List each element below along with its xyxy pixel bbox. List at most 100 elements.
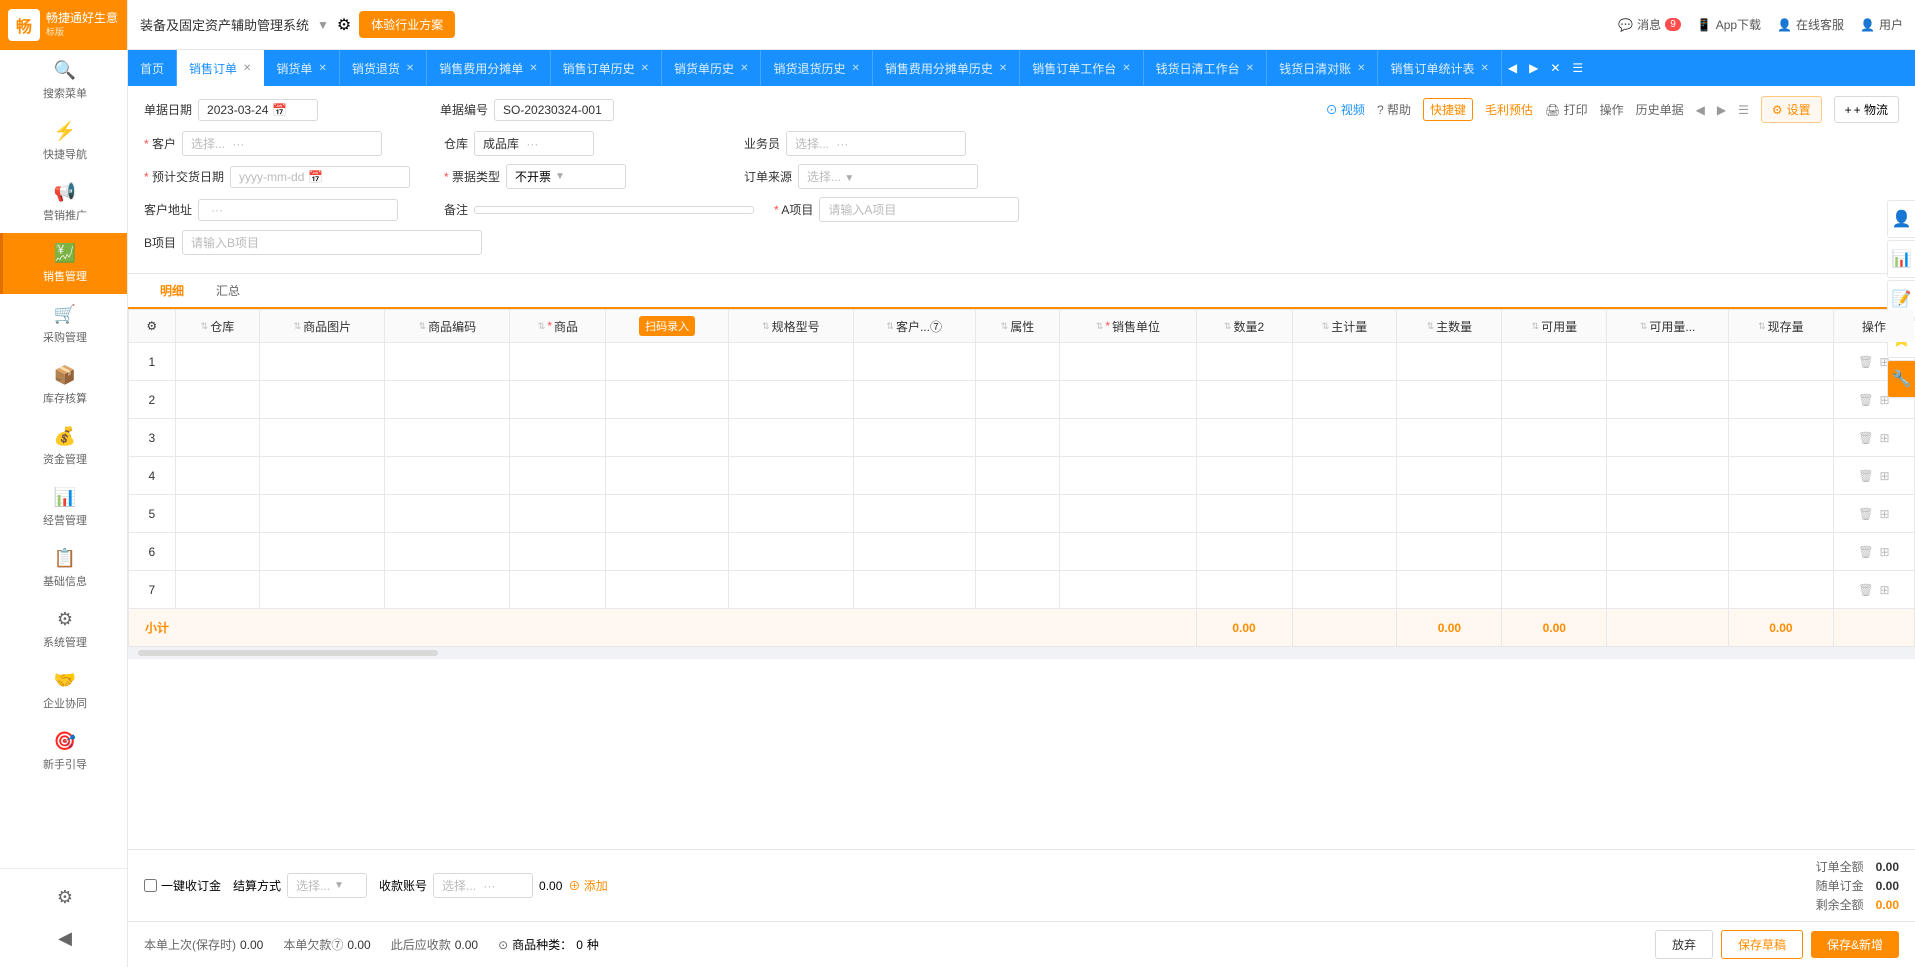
sidebar-item-system[interactable]: ⚙ 系统管理	[0, 599, 127, 660]
tab-sales-history[interactable]: 销售订单历史 ✕	[551, 50, 662, 86]
tab-invoice-history-close[interactable]: ✕	[740, 63, 748, 74]
invoice-select[interactable]: 不开票 ▼	[506, 164, 626, 189]
row-1-main-unit[interactable]	[1292, 343, 1397, 381]
tabs-prev[interactable]: ◀	[1502, 61, 1523, 75]
b-project-input[interactable]: 请输入B项目	[182, 230, 482, 255]
product-count-icon[interactable]: ⊙	[498, 938, 508, 952]
copy-icon[interactable]: ⊞	[1880, 469, 1890, 483]
panel-btn-2[interactable]: 📊	[1887, 240, 1915, 278]
copy-icon[interactable]: ⊞	[1880, 431, 1890, 445]
row-1-unit[interactable]	[1060, 343, 1196, 381]
row-1-warehouse[interactable]	[175, 343, 260, 381]
col-available-detail[interactable]: ⇅ 可用量...	[1607, 310, 1729, 343]
row-1-attr[interactable]	[975, 343, 1060, 381]
sidebar-item-collab[interactable]: 🤝 企业协同	[0, 660, 127, 721]
discard-button[interactable]: 放弃	[1655, 930, 1713, 959]
next-record-icon[interactable]: ▶	[1717, 103, 1726, 117]
tab-sales-fee-close[interactable]: ✕	[529, 63, 537, 74]
delete-icon[interactable]: 🗑	[1858, 431, 1873, 445]
a-project-input[interactable]: 请输入A项目	[819, 197, 1019, 222]
tab-sales-invoice-close[interactable]: ✕	[318, 63, 326, 74]
view-btn[interactable]: ⊙ 视频	[1326, 101, 1365, 118]
trial-button[interactable]: 体验行业方案	[359, 11, 455, 38]
row-1-product[interactable]	[510, 343, 606, 381]
tab-detail[interactable]: 明细	[144, 274, 200, 309]
delete-icon[interactable]: 🗑	[1858, 507, 1873, 521]
col-spec[interactable]: ⇅ 规格型号	[728, 310, 853, 343]
sidebar-item-basic-info[interactable]: 📋 基础信息	[0, 538, 127, 599]
row-1-qty2[interactable]	[1196, 343, 1292, 381]
shortcut-btn[interactable]: 快捷键	[1423, 98, 1473, 121]
col-stock[interactable]: ⇅ 现存量	[1728, 310, 1833, 343]
print-btn[interactable]: 🖨 打印	[1545, 101, 1588, 118]
tab-sales-fee[interactable]: 销售费用分摊单 ✕	[427, 50, 550, 86]
tab-daily-workbench[interactable]: 钱货日清工作台 ✕	[1144, 50, 1267, 86]
user-area[interactable]: 👤 用户	[1860, 16, 1903, 33]
tab-daily-reconcile-close[interactable]: ✕	[1357, 63, 1365, 74]
panel-btn-5[interactable]: 🔧	[1887, 360, 1915, 398]
sidebar-item-search[interactable]: 🔍 搜索菜单	[0, 50, 127, 111]
row-1-customer[interactable]	[853, 343, 975, 381]
save-new-button[interactable]: 保存&新增	[1811, 931, 1899, 958]
row-1-available-detail[interactable]	[1607, 343, 1729, 381]
online-service-area[interactable]: 👤 在线客服	[1777, 16, 1844, 33]
settings-button[interactable]: ⚙ 设置	[1761, 96, 1822, 123]
col-warehouse[interactable]: ⇅ 仓库	[175, 310, 260, 343]
tab-return-history-close[interactable]: ✕	[851, 63, 859, 74]
salesperson-input[interactable]: 选择... ···	[786, 131, 966, 156]
tab-summary[interactable]: 汇总	[200, 274, 256, 309]
tab-fee-history[interactable]: 销售费用分摊单历史 ✕	[873, 50, 1020, 86]
scan-button[interactable]: 扫码录入	[639, 316, 695, 336]
copy-icon[interactable]: ⊞	[1880, 583, 1890, 597]
prev-record-icon[interactable]: ◀	[1696, 103, 1705, 117]
sidebar-item-operations[interactable]: 📊 经营管理	[0, 477, 127, 538]
row-1-scan[interactable]	[606, 343, 728, 381]
panel-btn-1[interactable]: 👤	[1887, 200, 1915, 238]
tab-sales-return[interactable]: 销货退货 ✕	[340, 50, 427, 86]
sidebar-item-sales[interactable]: 💹 销售管理	[0, 233, 127, 294]
save-draft-button[interactable]: 保存草稿	[1721, 930, 1803, 959]
list-view-icon[interactable]: ☰	[1738, 103, 1749, 117]
tab-return-history[interactable]: 销货退货历史 ✕	[761, 50, 872, 86]
sidebar-item-quicknav[interactable]: ⚡ 快捷导航	[0, 111, 127, 172]
tabs-next[interactable]: ▶	[1523, 61, 1544, 75]
history-btn[interactable]: 历史单据	[1636, 101, 1684, 118]
col-product-code[interactable]: ⇅ 商品编码	[385, 310, 510, 343]
row-1-code[interactable]	[385, 343, 510, 381]
system-dropdown-icon[interactable]: ▼	[317, 18, 329, 32]
add-item-button[interactable]: + + 物流	[1834, 96, 1899, 123]
col-available[interactable]: ⇅ 可用量	[1502, 310, 1607, 343]
add-payment-button[interactable]: ⊕ 添加	[568, 877, 607, 894]
tab-home[interactable]: 首页	[128, 50, 177, 86]
tab-sales-history-close[interactable]: ✕	[641, 63, 649, 74]
payment-select[interactable]: 选择... ▼	[287, 873, 367, 898]
col-scan[interactable]: 扫码录入	[606, 310, 728, 343]
tab-order-workbench-close[interactable]: ✕	[1122, 63, 1130, 74]
col-main-unit[interactable]: ⇅ 主计量	[1292, 310, 1397, 343]
row-1-image[interactable]	[260, 343, 385, 381]
tab-sales-stats-close[interactable]: ✕	[1481, 63, 1489, 74]
delete-icon[interactable]: 🗑	[1858, 469, 1873, 483]
customer-input[interactable]: 选择... ···	[182, 131, 382, 156]
delete-icon[interactable]: 🗑	[1858, 393, 1873, 407]
col-settings[interactable]: ⚙	[129, 310, 176, 343]
row-1-stock[interactable]	[1728, 343, 1833, 381]
tab-sales-invoice[interactable]: 销货单 ✕	[264, 50, 339, 86]
delete-icon[interactable]: 🗑	[1858, 545, 1873, 559]
date-input[interactable]: 2023-03-24 📅	[198, 99, 318, 121]
tab-sales-stats[interactable]: 销售订单统计表 ✕	[1378, 50, 1501, 86]
tab-daily-workbench-close[interactable]: ✕	[1246, 63, 1254, 74]
col-qty2[interactable]: ⇅ 数量2	[1196, 310, 1292, 343]
tab-order-workbench[interactable]: 销售订单工作台 ✕	[1020, 50, 1143, 86]
order-source-input[interactable]: 选择... ▼	[798, 164, 978, 189]
sidebar-item-guide[interactable]: 🎯 新手引导	[0, 721, 127, 782]
note-input[interactable]	[474, 206, 754, 214]
tab-daily-reconcile[interactable]: 钱货日清对账 ✕	[1267, 50, 1378, 86]
app-download-area[interactable]: 📱 App下载	[1697, 16, 1761, 33]
sidebar-item-marketing[interactable]: 📢 营销推广	[0, 172, 127, 233]
address-input[interactable]: ···	[198, 199, 398, 221]
row-1-main-qty[interactable]	[1397, 343, 1502, 381]
copy-icon[interactable]: ⊞	[1880, 545, 1890, 559]
sidebar-item-inventory[interactable]: 📦 库存核算	[0, 355, 127, 416]
tab-sales-order-close[interactable]: ✕	[243, 63, 251, 74]
